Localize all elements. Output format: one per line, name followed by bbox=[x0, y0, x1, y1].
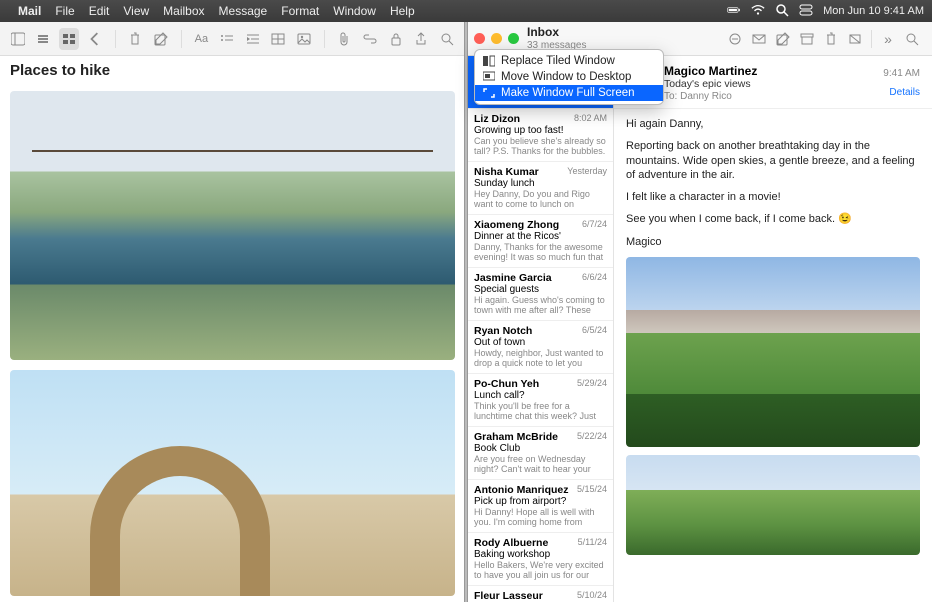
link-icon[interactable] bbox=[360, 28, 380, 50]
details-link[interactable]: Details bbox=[883, 87, 920, 98]
close-window-button[interactable] bbox=[474, 33, 485, 44]
message-row[interactable]: Fleur Lasseur5/10/24Soccer jerseysAre yo… bbox=[466, 586, 613, 602]
trash2-icon[interactable] bbox=[819, 28, 843, 50]
lock-icon[interactable] bbox=[386, 28, 406, 50]
list-style-icon[interactable] bbox=[34, 28, 54, 50]
grid-style-icon[interactable] bbox=[59, 28, 79, 50]
message-row[interactable]: Liz Dizon8:02 AMGrowing up too fast!Can … bbox=[466, 109, 613, 162]
fullscreen-window-button[interactable] bbox=[508, 33, 519, 44]
menu-view[interactable]: View bbox=[123, 4, 149, 18]
photo-river-landscape[interactable] bbox=[10, 91, 455, 360]
right-titlebar: Inbox 33 messages » Replace Tiled Window bbox=[466, 22, 932, 56]
font-icon[interactable]: Aa bbox=[192, 28, 212, 50]
more-icon[interactable]: » bbox=[876, 28, 900, 50]
attach-icon[interactable] bbox=[335, 28, 355, 50]
wink-emoji-icon: 😉 bbox=[838, 213, 852, 225]
back-icon[interactable] bbox=[85, 28, 105, 50]
table-icon[interactable] bbox=[269, 28, 289, 50]
filter-icon[interactable] bbox=[723, 28, 747, 50]
reader-from: Magico Martinez bbox=[664, 64, 757, 78]
junk-icon[interactable] bbox=[843, 28, 867, 50]
inbox-title: Inbox bbox=[527, 26, 586, 39]
indent-icon[interactable] bbox=[243, 28, 263, 50]
share-icon[interactable] bbox=[412, 28, 432, 50]
sidebar-toggle-icon[interactable] bbox=[8, 28, 28, 50]
reader-subject: Today's epic views bbox=[664, 78, 757, 90]
menu-replace-tiled-window[interactable]: Replace Tiled Window bbox=[475, 53, 663, 69]
left-document-body: Places to hike bbox=[0, 56, 465, 602]
attachment-mountain-photo-2[interactable] bbox=[626, 455, 920, 555]
message-row[interactable]: Po-Chun Yeh5/29/24Lunch call?Think you'l… bbox=[466, 374, 613, 427]
archive-icon[interactable] bbox=[795, 28, 819, 50]
menu-mailbox[interactable]: Mailbox bbox=[163, 4, 204, 18]
body-p1: Reporting back on another breathtaking d… bbox=[626, 139, 920, 182]
trash-icon[interactable] bbox=[125, 28, 145, 50]
right-window-mail-inbox: Inbox 33 messages » Replace Tiled Window bbox=[466, 22, 932, 602]
clock[interactable]: Mon Jun 10 9:41 AM bbox=[823, 5, 924, 17]
menu-make-full-screen[interactable]: Make Window Full Screen bbox=[475, 85, 663, 101]
inbox-title-block: Inbox 33 messages bbox=[527, 26, 586, 50]
window-traffic-lights bbox=[474, 33, 519, 44]
message-row[interactable]: Xiaomeng Zhong6/7/24Dinner at the Ricos'… bbox=[466, 215, 613, 268]
photo-rock-arch[interactable] bbox=[10, 370, 455, 596]
menu-window[interactable]: Window bbox=[333, 4, 376, 18]
menu-help[interactable]: Help bbox=[390, 4, 415, 18]
split-view-divider[interactable] bbox=[464, 22, 468, 602]
wifi-icon[interactable] bbox=[751, 3, 765, 20]
menu-file[interactable]: File bbox=[55, 4, 74, 18]
message-list[interactable]: Magico Martinez9:41 AMToday's epic views… bbox=[466, 56, 614, 602]
message-row[interactable]: Nisha KumarYesterdaySunday lunchHey Dann… bbox=[466, 162, 613, 215]
reader-body: Hi again Danny, Reporting back on anothe… bbox=[614, 109, 932, 563]
left-toolbar: Aa bbox=[0, 22, 465, 56]
left-window-mail-compose: Aa Places to hike bbox=[0, 22, 466, 602]
macos-menubar: Mail File Edit View Mailbox Message Form… bbox=[0, 0, 932, 22]
body-p2: I felt like a character in a movie! bbox=[626, 190, 920, 204]
message-row[interactable]: Rody Albuerne5/11/24Baking workshopHello… bbox=[466, 533, 613, 586]
control-center-icon[interactable] bbox=[799, 3, 813, 20]
battery-icon[interactable] bbox=[727, 3, 741, 20]
minimize-window-button[interactable] bbox=[491, 33, 502, 44]
format-list-icon[interactable] bbox=[217, 28, 237, 50]
attachment-mountain-photo-1[interactable] bbox=[626, 257, 920, 447]
message-row[interactable]: Jasmine Garcia6/6/24Special guestsHi aga… bbox=[466, 268, 613, 321]
window-management-menu: Replace Tiled Window Move Window to Desk… bbox=[474, 49, 664, 105]
menu-format[interactable]: Format bbox=[281, 4, 319, 18]
body-signature: Magico bbox=[626, 235, 920, 249]
reader-to: To: Danny Rico bbox=[664, 91, 757, 102]
document-title: Places to hike bbox=[10, 62, 455, 79]
search-icon[interactable] bbox=[437, 28, 457, 50]
body-greeting: Hi again Danny, bbox=[626, 117, 920, 131]
body-p3: See you when I come back, if I come back… bbox=[626, 212, 920, 226]
message-reader: Magico Martinez Today's epic views To: D… bbox=[614, 56, 932, 602]
menu-edit[interactable]: Edit bbox=[89, 4, 110, 18]
status-icons: Mon Jun 10 9:41 AM bbox=[727, 3, 924, 20]
menu-move-to-desktop[interactable]: Move Window to Desktop bbox=[475, 69, 663, 85]
spotlight-icon[interactable] bbox=[775, 3, 789, 20]
photo-icon[interactable] bbox=[294, 28, 314, 50]
app-menus: Mail File Edit View Mailbox Message Form… bbox=[18, 4, 415, 18]
menu-message[interactable]: Message bbox=[219, 4, 268, 18]
menu-app[interactable]: Mail bbox=[18, 4, 41, 18]
message-row[interactable]: Ryan Notch6/5/24Out of townHowdy, neighb… bbox=[466, 321, 613, 374]
compose-icon[interactable] bbox=[151, 28, 171, 50]
compose-new-icon[interactable] bbox=[771, 28, 795, 50]
envelope-icon[interactable] bbox=[747, 28, 771, 50]
message-row[interactable]: Antonio Manriquez5/15/24Pick up from air… bbox=[466, 480, 613, 533]
reader-time: 9:41 AM bbox=[883, 68, 920, 79]
message-row[interactable]: Graham McBride5/22/24Book ClubAre you fr… bbox=[466, 427, 613, 480]
search2-icon[interactable] bbox=[900, 28, 924, 50]
